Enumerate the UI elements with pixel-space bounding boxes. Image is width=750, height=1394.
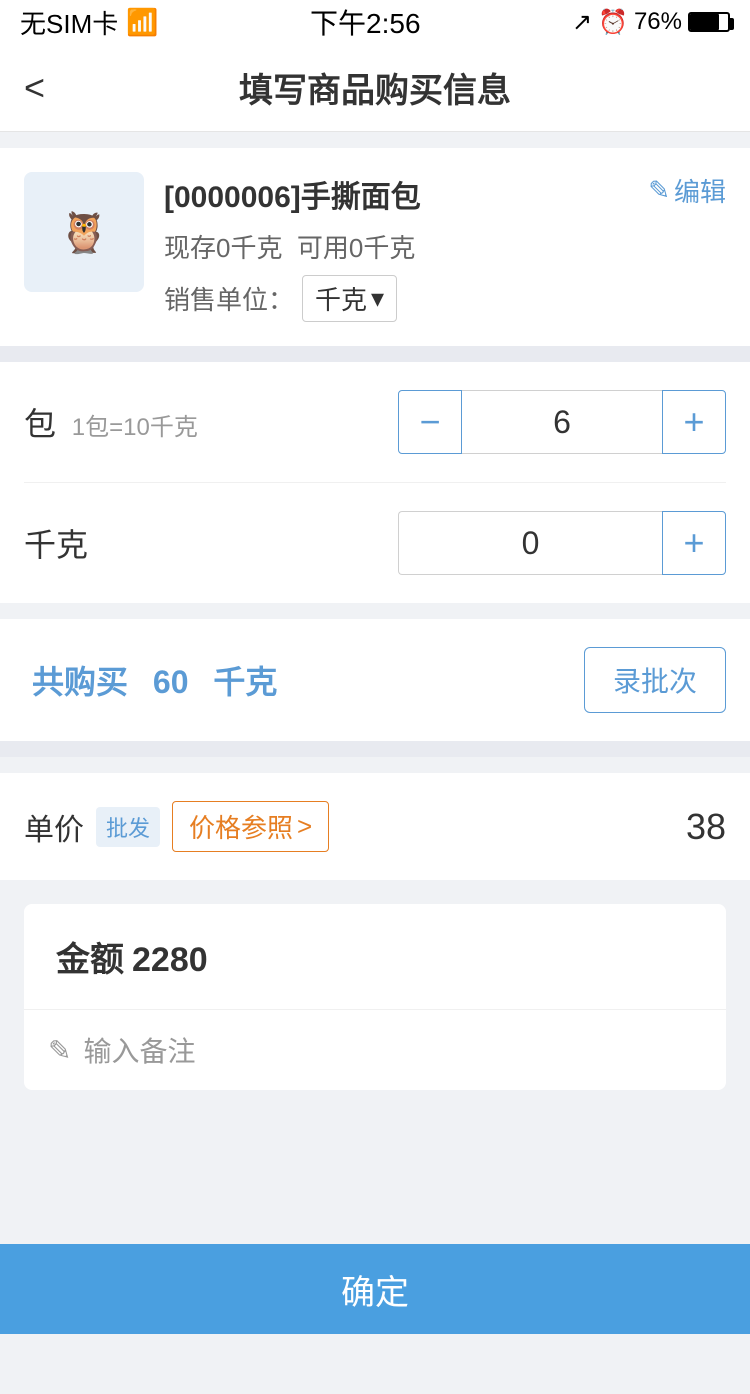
wifi-icon: 📶 [126,7,158,38]
weight-label: 千克 [24,520,88,566]
nav-bar: < 填写商品购买信息 [0,44,750,132]
price-ref-label: 价格参照 [189,808,293,845]
product-unit-row: 销售单位： 千克 ▾ [164,275,726,322]
edit-icon: ✎ [648,175,670,206]
battery-icon [688,12,730,32]
total-section: 共购买 60 千克 录批次 [0,619,750,741]
amount-text: 金额2280 [48,941,208,979]
product-logo: 🦉 [59,209,109,256]
product-title: 手撕面包 [301,181,421,214]
packaging-label: 包 [24,406,56,442]
packaging-row: 包 1包=10千克 − + [24,362,726,483]
packaging-label-group: 包 1包=10千克 [24,399,198,445]
price-value: 38 [686,806,726,848]
page-title: 填写商品购买信息 [239,63,511,112]
input-section: 包 1包=10千克 − + 千克 + [0,362,750,603]
back-button[interactable]: < [24,67,45,109]
product-card: 🦉 [0000006]手撕面包 现存0千克 可用0千克 销售单位： 千克 ▾ ✎… [0,148,750,346]
price-reference-button[interactable]: 价格参照 > [172,801,329,852]
amount-section: 金额2280 ✎ 输入备注 [0,880,750,1114]
price-ref-arrow: > [297,811,312,842]
unit-select[interactable]: 千克 ▾ [302,275,397,322]
weight-quantity-input[interactable] [398,511,662,575]
weight-row: 千克 + [24,483,726,603]
product-name: [0000006]手撕面包 [164,172,726,216]
alarm-icon: ⏰ [598,8,628,37]
amount-value: 2280 [132,941,208,979]
weight-plus-button[interactable]: + [662,511,726,575]
packaging-plus-button[interactable]: + [662,390,726,454]
packaging-quantity-input[interactable] [462,390,662,454]
status-bar: 无SIM卡 📶 下午2:56 ↗ ⏰ 76% [0,0,750,44]
packaging-minus-button[interactable]: − [398,390,462,454]
price-label: 单价 [24,805,84,849]
price-section: 单价 批发 价格参照 > 38 [0,773,750,880]
packaging-quantity-control: − + [398,390,726,454]
carrier-label: 无SIM卡 [20,4,118,41]
status-time: 下午2:56 [310,2,421,42]
product-info: [0000006]手撕面包 现存0千克 可用0千克 销售单位： 千克 ▾ [164,172,726,322]
separator-1 [0,346,750,362]
status-right: ↗ ⏰ 76% [572,8,730,37]
total-text: 共购买 60 千克 [24,657,285,703]
total-amount: 60 [153,664,189,700]
edit-label: 编辑 [674,172,726,209]
note-placeholder: 输入备注 [83,1030,195,1070]
product-stock: 现存0千克 可用0千克 [164,228,726,265]
location-icon: ↗ [572,8,592,37]
status-left: 无SIM卡 📶 [20,4,159,41]
batch-button[interactable]: 录批次 [584,647,726,713]
product-code: [0000006] [164,181,301,214]
note-row[interactable]: ✎ 输入备注 [24,1009,726,1090]
unit-value: 千克 [315,280,367,317]
separator-2 [0,741,750,757]
price-batch-tag: 批发 [96,807,160,847]
confirm-button[interactable]: 确定 [0,1244,750,1334]
battery-label: 76% [634,8,682,36]
amount-row: 金额2280 [24,904,726,1009]
unit-dropdown-icon: ▾ [371,283,384,314]
weight-quantity-control: + [398,511,726,575]
edit-button[interactable]: ✎ 编辑 [648,172,726,209]
product-image: 🦉 [24,172,144,292]
packaging-sublabel: 1包=10千克 [72,414,198,441]
note-icon: ✎ [48,1034,71,1067]
